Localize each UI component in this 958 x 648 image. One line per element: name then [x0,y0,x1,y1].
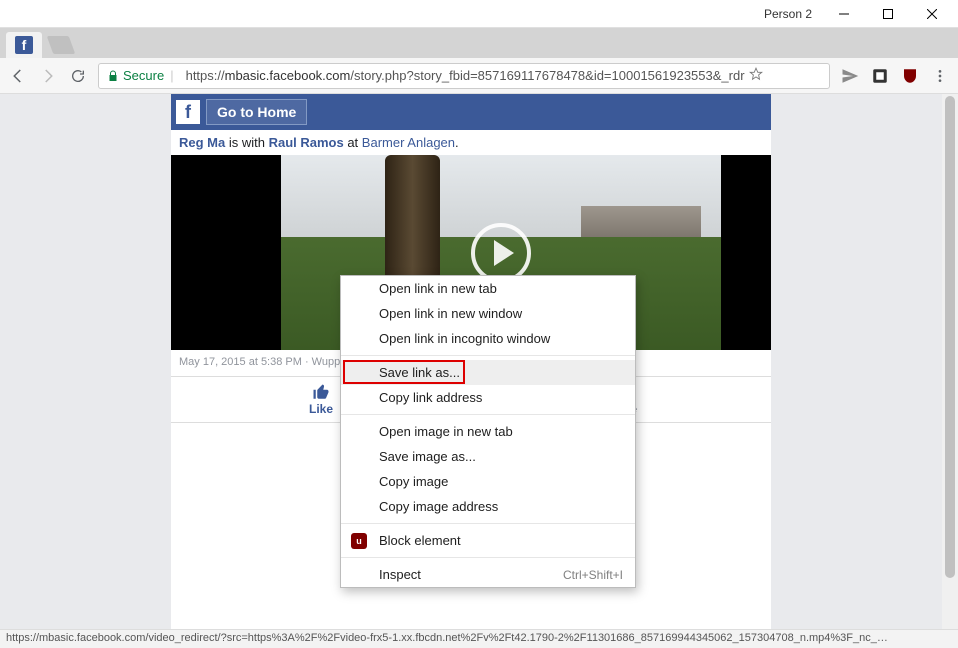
post-friend-link[interactable]: Raul Ramos [269,135,344,150]
secure-indicator: Secure [107,68,164,83]
new-tab-button[interactable] [47,36,76,54]
forward-button [38,66,58,86]
lock-icon [107,70,119,82]
facebook-logo-icon[interactable]: f [176,100,200,124]
ctx-open-new-tab[interactable]: Open link in new tab [341,276,635,301]
post-location-link[interactable]: Barmer Anlagen [362,135,455,150]
chrome-menu-icon[interactable] [930,66,950,86]
window-minimize[interactable] [822,0,866,28]
ctx-copy-image[interactable]: Copy image [341,469,635,494]
ctx-inspect[interactable]: Inspect Ctrl+Shift+I [341,562,635,587]
ctx-save-image-as[interactable]: Save image as... [341,444,635,469]
window-close[interactable] [910,0,954,28]
inspect-shortcut: Ctrl+Shift+I [563,568,623,582]
profile-label: Person 2 [764,7,812,21]
scrollbar-thumb[interactable] [945,96,955,578]
ctx-open-incognito[interactable]: Open link in incognito window [341,326,635,351]
like-label: Like [309,402,333,416]
ctx-block-element[interactable]: u Block element [341,528,635,553]
status-bar: https://mbasic.facebook.com/video_redire… [0,629,958,648]
reload-button[interactable] [68,66,88,86]
ublock-icon: u [351,533,367,549]
go-to-home-button[interactable]: Go to Home [206,99,307,125]
ctx-copy-image-address[interactable]: Copy image address [341,494,635,519]
extension-ublock-icon[interactable] [900,66,920,86]
video-letterbox-right [721,155,771,350]
facebook-favicon-icon: f [15,36,33,54]
vertical-scrollbar[interactable] [942,94,958,629]
ctx-open-new-window[interactable]: Open link in new window [341,301,635,326]
bookmark-star-icon[interactable] [749,67,763,84]
ctx-open-image-new-tab[interactable]: Open image in new tab [341,419,635,444]
context-menu: Open link in new tab Open link in new wi… [340,275,636,588]
back-button[interactable] [8,66,28,86]
secure-label: Secure [123,68,164,83]
extension-shield-icon[interactable] [870,66,890,86]
play-icon[interactable] [471,223,531,283]
ctx-copy-link-address[interactable]: Copy link address [341,385,635,410]
facebook-top-bar: f Go to Home [171,94,771,130]
address-bar[interactable]: Secure | https://mbasic.facebook.com/sto… [98,63,830,89]
ctx-save-link-as[interactable]: Save link as... [341,360,635,385]
post-header: Reg Ma is with Raul Ramos at Barmer Anla… [171,130,771,155]
tab-strip: f [0,28,958,58]
toolbar: Secure | https://mbasic.facebook.com/sto… [0,58,958,94]
video-letterbox-left [171,155,281,350]
browser-tab[interactable]: f [6,32,42,58]
post-author-link[interactable]: Reg Ma [179,135,225,150]
extension-send-icon[interactable] [840,66,860,86]
url-text: https://mbasic.facebook.com/story.php?st… [186,68,745,83]
thumbs-up-icon [312,383,330,401]
window-maximize[interactable] [866,0,910,28]
window-titlebar: Person 2 [0,0,958,28]
